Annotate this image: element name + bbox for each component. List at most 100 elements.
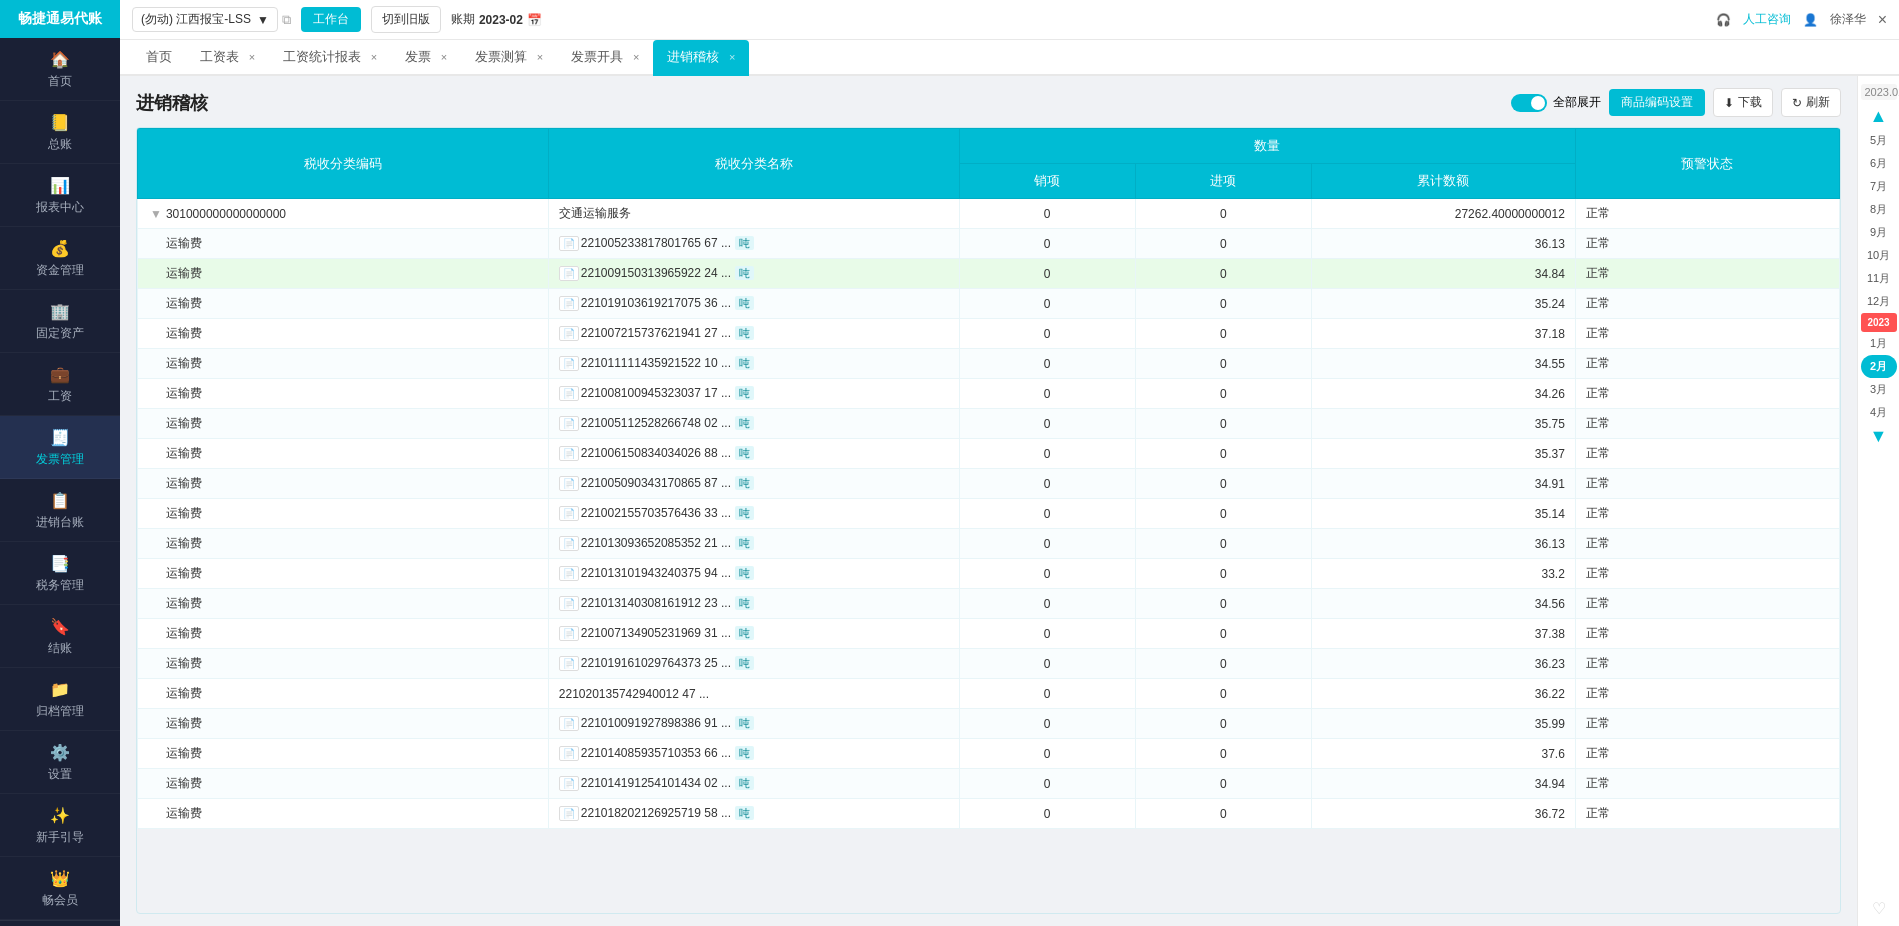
sidebar-item-member[interactable]: 👑 畅会员 bbox=[0, 857, 120, 920]
item-invoice: 📄221009150313965922 24 ...吨 bbox=[548, 259, 959, 289]
unit-badge: 吨 bbox=[735, 776, 754, 790]
month-item[interactable]: 12月 bbox=[1861, 290, 1897, 313]
table-row[interactable]: 运输费 📄221019161029764373 25 ...吨 0 0 36.2… bbox=[138, 649, 1840, 679]
month-item[interactable]: 3月 bbox=[1861, 378, 1897, 401]
unit-badge: 吨 bbox=[735, 266, 754, 280]
table-row[interactable]: 运输费 📄221005112528266748 02 ...吨 0 0 35.7… bbox=[138, 409, 1840, 439]
tab-close-icon[interactable]: × bbox=[441, 51, 447, 63]
sidebar-item-salary[interactable]: 💼 工资 bbox=[0, 353, 120, 416]
month-item[interactable]: 2023 bbox=[1861, 313, 1897, 332]
month-item[interactable]: 6月 bbox=[1861, 152, 1897, 175]
sidebar-item-guide[interactable]: ✨ 新手引导 bbox=[0, 794, 120, 857]
tab-salary-stats[interactable]: 工资统计报表 × bbox=[269, 40, 391, 76]
item-invoice: 221020135742940012 47 ... bbox=[548, 679, 959, 709]
sidebar-item-funds[interactable]: 💰 资金管理 bbox=[0, 227, 120, 290]
download-icon: ⬇ bbox=[1724, 96, 1734, 110]
tab-invoice-open[interactable]: 发票开具 × bbox=[557, 40, 653, 76]
sidebar-item-invoice[interactable]: 🧾 发票管理 bbox=[0, 416, 120, 479]
table-row[interactable]: 运输费 📄221014191254101434 02 ...吨 0 0 34.9… bbox=[138, 769, 1840, 799]
copy-icon: ⧉ bbox=[282, 12, 291, 28]
table-row[interactable]: 运输费 📄221009150313965922 24 ...吨 0 0 34.8… bbox=[138, 259, 1840, 289]
content-main: 进销稽核 全部展开 商品编码设置 ⬇ 下载 ↻ 刷新 bbox=[120, 76, 1857, 926]
tab-home[interactable]: 首页 bbox=[132, 40, 186, 76]
tab-invoice[interactable]: 发票 × bbox=[391, 40, 461, 76]
table-row[interactable]: 运输费 📄221006150834034026 88 ...吨 0 0 35.3… bbox=[138, 439, 1840, 469]
item-cumulative: 37.18 bbox=[1311, 319, 1575, 349]
month-item[interactable]: 5月 bbox=[1861, 129, 1897, 152]
item-status: 正常 bbox=[1575, 289, 1839, 319]
table-row[interactable]: 运输费 📄221007215737621941 27 ...吨 0 0 37.1… bbox=[138, 319, 1840, 349]
table-row[interactable]: 运输费 📄221010091927898386 91 ...吨 0 0 35.9… bbox=[138, 709, 1840, 739]
table-row[interactable]: 运输费 📄221002155703576436 33 ...吨 0 0 35.1… bbox=[138, 499, 1840, 529]
tab-salary-table[interactable]: 工资表 × bbox=[186, 40, 269, 76]
refresh-button[interactable]: ↻ 刷新 bbox=[1781, 88, 1841, 117]
table-row[interactable]: 运输费 📄221014085935710353 66 ...吨 0 0 37.6… bbox=[138, 739, 1840, 769]
sidebar-item-sales-desk[interactable]: 📋 进销台账 bbox=[0, 479, 120, 542]
sidebar-item-archive[interactable]: 📁 归档管理 bbox=[0, 668, 120, 731]
table-row[interactable]: 运输费 221020135742940012 47 ... 0 0 36.22 … bbox=[138, 679, 1840, 709]
tab-close-icon[interactable]: × bbox=[729, 51, 735, 63]
table-row[interactable]: 运输费 📄221019103619217075 36 ...吨 0 0 35.2… bbox=[138, 289, 1840, 319]
heart-icon[interactable]: ♡ bbox=[1872, 899, 1886, 918]
tab-close-icon[interactable]: × bbox=[537, 51, 543, 63]
item-cumulative: 36.13 bbox=[1311, 229, 1575, 259]
table-row[interactable]: 运输费 📄221008100945323037 17 ...吨 0 0 34.2… bbox=[138, 379, 1840, 409]
item-status: 正常 bbox=[1575, 469, 1839, 499]
month-item[interactable]: 10月 bbox=[1861, 244, 1897, 267]
table-row[interactable]: 运输费 📄221007134905231969 31 ...吨 0 0 37.3… bbox=[138, 619, 1840, 649]
unpin-button[interactable]: 取消固定 bbox=[0, 920, 120, 926]
month-item[interactable]: 9月 bbox=[1861, 221, 1897, 244]
workspace-button[interactable]: 工作台 bbox=[301, 7, 361, 32]
tab-close-icon[interactable]: × bbox=[371, 51, 377, 63]
item-purchase: 0 bbox=[1135, 679, 1311, 709]
tab-sales-check[interactable]: 进销稽核 × bbox=[653, 40, 749, 76]
table-row[interactable]: 运输费 📄221005233817801765 67 ...吨 0 0 36.1… bbox=[138, 229, 1840, 259]
tab-close-icon[interactable]: × bbox=[249, 51, 255, 63]
table-row[interactable]: 运输费 📄221013101943240375 94 ...吨 0 0 33.2… bbox=[138, 559, 1840, 589]
table-row[interactable]: 运输费 📄221013140308161912 23 ...吨 0 0 34.5… bbox=[138, 589, 1840, 619]
main-area: (勿动) 江西报宝-LSS ▼ ⧉ 工作台 切到旧版 账期 2023-02 📅 … bbox=[120, 0, 1899, 926]
sidebar-item-ledger[interactable]: 📒 总账 bbox=[0, 101, 120, 164]
sidebar-item-assets[interactable]: 🏢 固定资产 bbox=[0, 290, 120, 353]
month-item[interactable]: 1月 bbox=[1861, 332, 1897, 355]
assets-icon: 🏢 bbox=[50, 302, 70, 321]
tab-invoice-calc[interactable]: 发票测算 × bbox=[461, 40, 557, 76]
company-selector[interactable]: (勿动) 江西报宝-LSS ▼ bbox=[132, 7, 278, 32]
download-button[interactable]: ⬇ 下载 bbox=[1713, 88, 1773, 117]
table-row[interactable]: 运输费 📄221005090343170865 87 ...吨 0 0 34.9… bbox=[138, 469, 1840, 499]
item-sales: 0 bbox=[959, 439, 1135, 469]
month-item[interactable]: 4月 bbox=[1861, 401, 1897, 424]
month-down-arrow[interactable]: ▼ bbox=[1870, 426, 1888, 447]
support-label[interactable]: 人工咨询 bbox=[1743, 11, 1791, 28]
sidebar-item-reports[interactable]: 📊 报表中心 bbox=[0, 164, 120, 227]
item-cumulative: 33.2 bbox=[1311, 559, 1575, 589]
month-up-arrow[interactable]: ▲ bbox=[1870, 106, 1888, 127]
table-row[interactable]: ▼301000000000000000 交通运输服务 0 0 27262.400… bbox=[138, 199, 1840, 229]
month-item[interactable]: 7月 bbox=[1861, 175, 1897, 198]
file-icon: 📄 bbox=[559, 506, 579, 521]
item-invoice: 📄221007134905231969 31 ...吨 bbox=[548, 619, 959, 649]
table-row[interactable]: 运输费 📄221018202126925719 58 ...吨 0 0 36.7… bbox=[138, 799, 1840, 829]
month-item[interactable]: 8月 bbox=[1861, 198, 1897, 221]
sidebar-item-home[interactable]: 🏠 首页 bbox=[0, 38, 120, 101]
item-sales: 0 bbox=[959, 469, 1135, 499]
calendar-icon[interactable]: 📅 bbox=[527, 13, 542, 27]
collapse-icon[interactable]: ▼ bbox=[150, 207, 162, 221]
sidebar-item-settle[interactable]: 🔖 结账 bbox=[0, 605, 120, 668]
tab-close-icon[interactable]: × bbox=[633, 51, 639, 63]
switch-version-button[interactable]: 切到旧版 bbox=[371, 6, 441, 33]
month-item[interactable]: 2月 bbox=[1861, 355, 1897, 378]
item-label: 运输费 bbox=[138, 679, 549, 709]
expand-toggle[interactable] bbox=[1511, 94, 1547, 112]
table-row[interactable]: 运输费 📄221013093652085352 21 ...吨 0 0 36.1… bbox=[138, 529, 1840, 559]
sidebar-item-label: 资金管理 bbox=[36, 262, 84, 279]
sidebar-item-tax[interactable]: 📑 税务管理 bbox=[0, 542, 120, 605]
table-row[interactable]: 运输费 📄221011111435921522 10 ...吨 0 0 34.5… bbox=[138, 349, 1840, 379]
unit-badge: 吨 bbox=[735, 626, 754, 640]
sidebar-item-settings[interactable]: ⚙️ 设置 bbox=[0, 731, 120, 794]
close-icon[interactable]: × bbox=[1878, 11, 1887, 29]
item-status: 正常 bbox=[1575, 769, 1839, 799]
product-code-settings-button[interactable]: 商品编码设置 bbox=[1609, 89, 1705, 116]
month-item[interactable]: 11月 bbox=[1861, 267, 1897, 290]
item-invoice: 📄221014191254101434 02 ...吨 bbox=[548, 769, 959, 799]
